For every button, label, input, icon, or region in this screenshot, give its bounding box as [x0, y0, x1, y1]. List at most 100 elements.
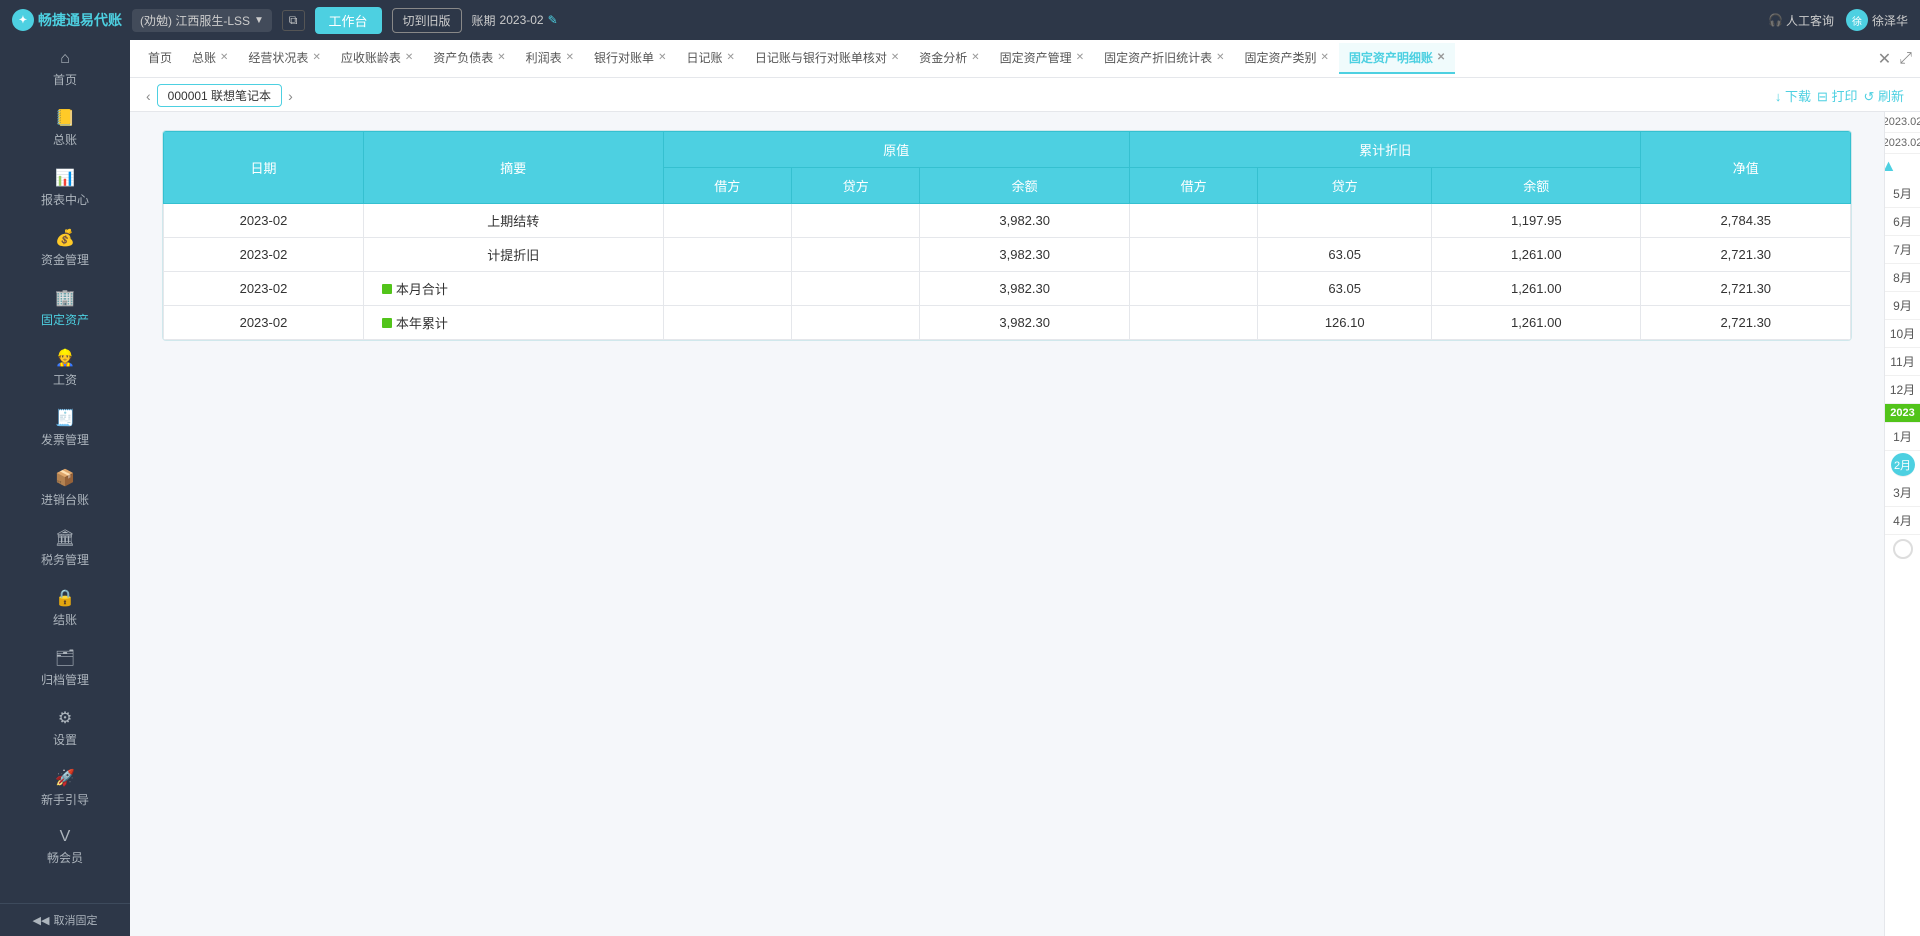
- tab-fund-analysis[interactable]: 资金分析✕: [909, 43, 989, 74]
- tab-fa-category[interactable]: 固定资产类别✕: [1234, 43, 1338, 74]
- period-up-button[interactable]: ▲: [1884, 154, 1920, 180]
- right-month-post-2[interactable]: 3月: [1884, 479, 1920, 507]
- close-all-tabs-icon[interactable]: ✕: [1878, 49, 1891, 69]
- main-content: 日期 摘要 原值 累计折旧 净值 借方 贷方 余额: [130, 112, 1884, 936]
- tab-close-journal[interactable]: ✕: [726, 52, 734, 63]
- tab-business-status[interactable]: 经营状况表✕: [238, 43, 330, 74]
- expand-tabs-icon[interactable]: ⤢: [1899, 50, 1912, 68]
- tab-close-profit[interactable]: ✕: [566, 52, 574, 63]
- tab-close-fa-detail[interactable]: ✕: [1437, 52, 1445, 63]
- right-panel-circle-icon[interactable]: [1893, 539, 1913, 559]
- tab-profit[interactable]: 利润表✕: [516, 43, 584, 74]
- col-orig-balance: 余额: [920, 168, 1129, 204]
- sidebar-icon-reports: 📊: [55, 168, 75, 188]
- sidebar-item-sales[interactable]: 📦进销台账: [0, 458, 130, 518]
- tab-close-ledger[interactable]: ✕: [220, 52, 228, 63]
- sidebar: ⌂首页📒总账📊报表中心💰资金管理🏢固定资产👷工资🧾发票管理📦进销台账🏛税务管理🔒…: [0, 40, 130, 936]
- company-selector[interactable]: (劝勉) 江西服生-LSS ▼: [132, 9, 272, 32]
- sidebar-icon-guide: 🚀: [55, 768, 75, 788]
- tab-close-bank-verify[interactable]: ✕: [891, 52, 899, 63]
- sidebar-label-archive: 归档管理: [41, 671, 89, 688]
- right-month-post-0[interactable]: 1月: [1884, 423, 1920, 451]
- tab-fa-mgmt[interactable]: 固定资产管理✕: [990, 43, 1094, 74]
- top-right-actions: 🎧 人工客询 徐 徐泽华: [1768, 9, 1908, 31]
- right-month-pre-0[interactable]: 5月: [1884, 180, 1920, 208]
- download-button[interactable]: ↓ 下载: [1775, 86, 1811, 105]
- sidebar-icon-invoice: 🧾: [55, 408, 75, 428]
- help-button[interactable]: 🎧 人工客询: [1768, 12, 1834, 29]
- sidebar-icon-funds: 💰: [55, 228, 75, 248]
- right-month-pre-4[interactable]: 9月: [1884, 292, 1920, 320]
- green-square-icon: [382, 318, 392, 328]
- tab-home[interactable]: 首页: [138, 43, 182, 74]
- right-month-pre-2[interactable]: 7月: [1884, 236, 1920, 264]
- sidebar-item-fixed-assets[interactable]: 🏢固定资产: [0, 278, 130, 338]
- tab-label-fa-detail: 固定资产明细账: [1349, 49, 1433, 66]
- tab-journal[interactable]: 日记账✕: [676, 43, 744, 74]
- tab-close-ar-aging[interactable]: ✕: [405, 52, 413, 63]
- right-month-active-1[interactable]: 2月: [1891, 453, 1915, 477]
- right-month-post-3[interactable]: 4月: [1884, 507, 1920, 535]
- sidebar-item-guide[interactable]: 🚀新手引导: [0, 758, 130, 818]
- col-acc-balance: 余额: [1432, 168, 1641, 204]
- tab-label-fa-depreciation: 固定资产折旧统计表: [1104, 49, 1212, 66]
- tab-close-assets-liabilities[interactable]: ✕: [497, 52, 505, 63]
- tab-close-fa-mgmt[interactable]: ✕: [1076, 52, 1084, 63]
- sidebar-item-ledger[interactable]: 📒总账: [0, 98, 130, 158]
- tab-bar-actions: ✕ ⤢: [1878, 49, 1912, 69]
- right-month-pre-6[interactable]: 11月: [1884, 348, 1920, 376]
- breadcrumb-next-button[interactable]: ›: [288, 88, 293, 104]
- cell-acc-credit-3: 126.10: [1258, 306, 1432, 340]
- tab-fa-detail[interactable]: 固定资产明细账 ✕: [1339, 43, 1455, 74]
- tab-close-fa-category[interactable]: ✕: [1321, 52, 1329, 63]
- tab-close-fund-analysis[interactable]: ✕: [971, 52, 979, 63]
- tab-label-home: 首页: [148, 49, 172, 66]
- sidebar-item-reports[interactable]: 📊报表中心: [0, 158, 130, 218]
- cell-summary-0: 上期结转: [363, 204, 663, 238]
- right-month-pre-7[interactable]: 12月: [1884, 376, 1920, 404]
- copy-button[interactable]: ⧉: [282, 10, 305, 31]
- cell-orig-balance-0: 3,982.30: [920, 204, 1129, 238]
- tab-close-fa-depreciation[interactable]: ✕: [1216, 52, 1224, 63]
- pin-sidebar-button[interactable]: ◀◀ 取消固定: [0, 903, 130, 936]
- sidebar-item-tax[interactable]: 🏛税务管理: [0, 518, 130, 578]
- sidebar-item-archive[interactable]: 🗂归档管理: [0, 638, 130, 698]
- breadcrumb-prev-button[interactable]: ‹: [146, 88, 151, 104]
- sidebar-item-home[interactable]: ⌂首页: [0, 40, 130, 98]
- edit-period-icon[interactable]: ✎: [548, 13, 558, 27]
- sidebar-item-payroll[interactable]: 👷工资: [0, 338, 130, 398]
- right-month-pre-5[interactable]: 10月: [1884, 320, 1920, 348]
- tab-close-business-status[interactable]: ✕: [312, 52, 320, 63]
- period-value: 2023-02: [500, 13, 544, 27]
- cell-date-2: 2023-02: [164, 272, 364, 306]
- tab-close-bank-statement[interactable]: ✕: [658, 52, 666, 63]
- refresh-button[interactable]: ↺ 刷新: [1863, 86, 1904, 105]
- cell-acc-credit-0: [1258, 204, 1432, 238]
- page-content: 日期 摘要 原值 累计折旧 净值 借方 贷方 余额: [130, 112, 1920, 936]
- sidebar-item-vip[interactable]: V畅会员: [0, 818, 130, 876]
- tab-ar-aging[interactable]: 应收账龄表 ✕: [331, 43, 423, 74]
- sidebar-item-invoice[interactable]: 🧾发票管理: [0, 398, 130, 458]
- tab-fa-depreciation[interactable]: 固定资产折旧统计表 ✕: [1094, 43, 1234, 74]
- sidebar-item-funds[interactable]: 💰资金管理: [0, 218, 130, 278]
- print-button[interactable]: ⊟ 打印: [1817, 86, 1858, 105]
- sidebar-item-closing[interactable]: 🔒结账: [0, 578, 130, 638]
- sidebar-icon-vip: V: [60, 828, 71, 846]
- sidebar-icon-ledger: 📒: [55, 108, 75, 128]
- right-month-pre-1[interactable]: 6月: [1884, 208, 1920, 236]
- company-name: (劝勉) 江西服生-LSS: [140, 12, 250, 29]
- tab-label-ar-aging: 应收账龄表: [341, 49, 401, 66]
- tab-bank-statement[interactable]: 银行对账单✕: [584, 43, 676, 74]
- pin-label: 取消固定: [53, 912, 97, 928]
- tab-assets-liabilities[interactable]: 资产负债表✕: [423, 43, 515, 74]
- table-row: 2023-02 本月合计 3,982.30 63.05 1,261.00 2,7…: [164, 272, 1851, 306]
- workbench-button[interactable]: 工作台: [315, 7, 382, 34]
- cell-orig-credit-0: [792, 204, 920, 238]
- old-version-button[interactable]: 切到旧版: [392, 8, 462, 33]
- sidebar-item-settings[interactable]: ⚙设置: [0, 698, 130, 758]
- tab-ledger[interactable]: 总账✕: [182, 43, 238, 74]
- right-month-pre-3[interactable]: 8月: [1884, 264, 1920, 292]
- tab-bank-verify[interactable]: 日记账与银行对账单核对✕: [745, 43, 909, 74]
- user-info[interactable]: 徐 徐泽华: [1846, 9, 1908, 31]
- tab-bar: 首页总账✕经营状况表✕应收账龄表✕资产负债表✕利润表✕银行对账单✕日记账✕日记账…: [130, 40, 1920, 78]
